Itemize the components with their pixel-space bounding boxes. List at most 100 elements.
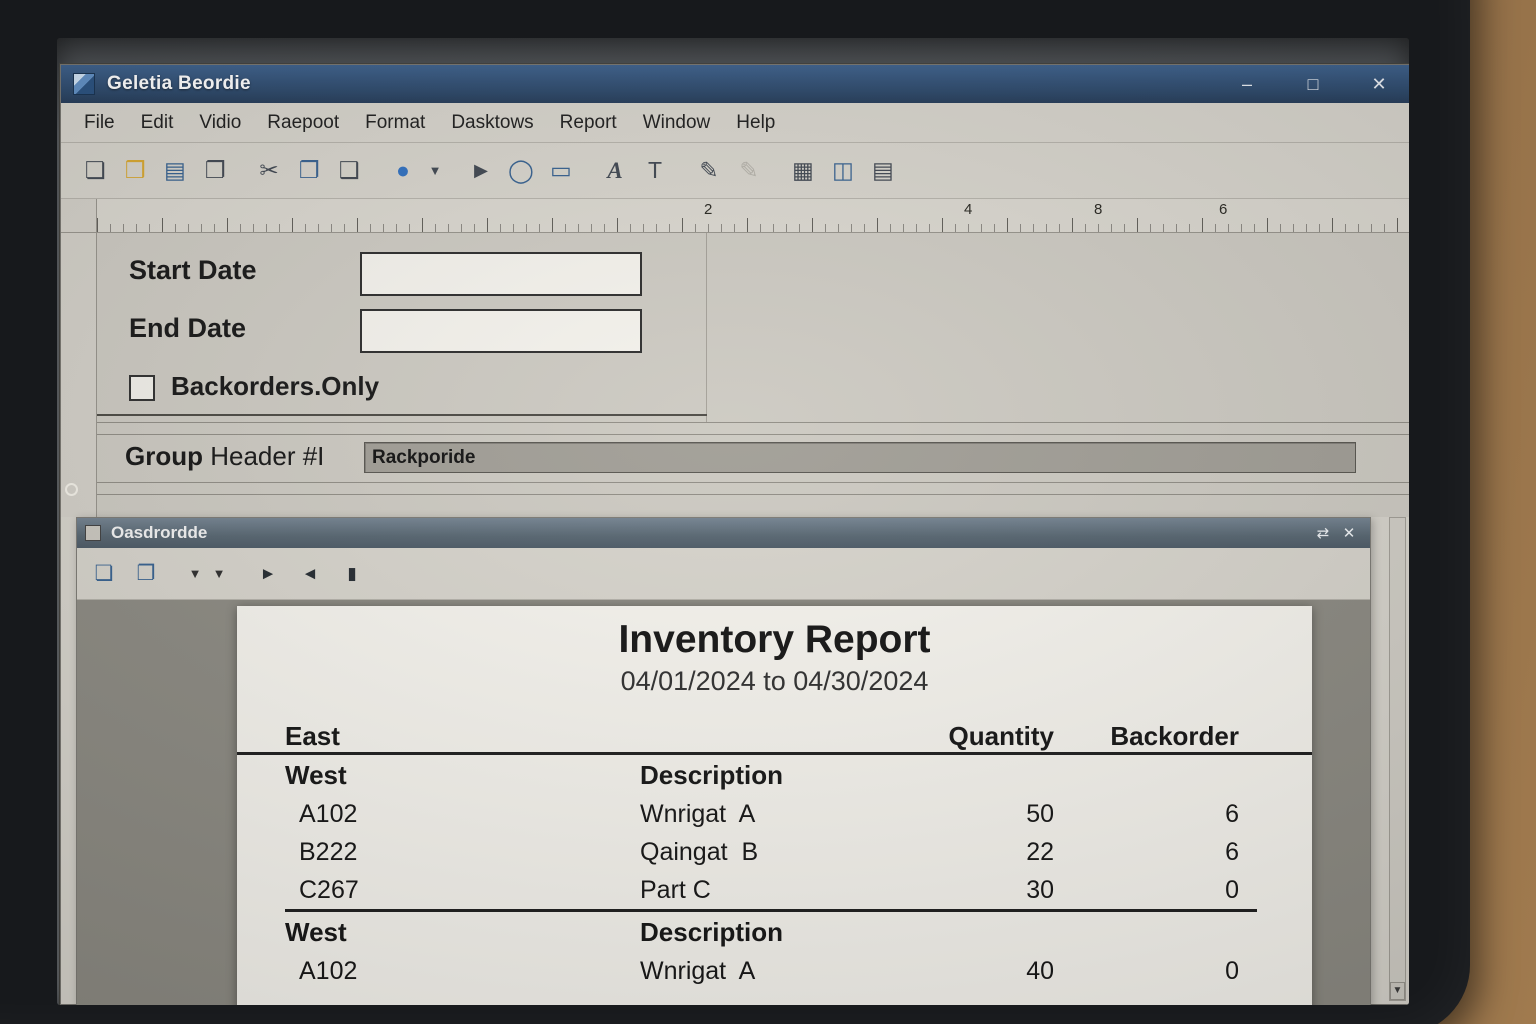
cell-description: Qaingat B <box>640 837 759 866</box>
preview-toolbar: ❏ ❐ ▼ ▼ ► ◄ ▮ <box>77 548 1370 600</box>
italic-text-button[interactable]: A <box>595 150 635 192</box>
pointer-button[interactable]: ► <box>461 150 501 192</box>
prev-page-button[interactable]: ◄ <box>289 554 331 594</box>
zoom-dropdown-button[interactable]: ▼ <box>183 554 207 594</box>
save-icon: ▤ <box>164 157 186 183</box>
save-button[interactable]: ▤ <box>155 150 195 192</box>
group-name: West <box>285 916 347 947</box>
cell-backorder: 6 <box>1225 799 1239 828</box>
page-setup-button[interactable]: ❐ <box>195 150 235 192</box>
new-document-button[interactable]: ❏ <box>75 150 115 192</box>
design-canvas: Start Date End Date Backorders.Only Grou… <box>97 233 1409 517</box>
fill-color-button[interactable]: ● <box>383 150 423 192</box>
paste-icon: ❑ <box>338 157 360 183</box>
pencil-disabled-button[interactable]: ✎ <box>729 150 769 192</box>
design-area: Start Date End Date Backorders.Only Grou… <box>61 233 1409 517</box>
report-row: A102 Wnrigat A 50 6 <box>237 795 1312 833</box>
cell-backorder: 0 <box>1225 956 1239 985</box>
page-dropdown-button[interactable]: ▼ <box>207 554 231 594</box>
backorders-only-label: Backorders.Only <box>171 371 380 401</box>
window-title: Geletia Beordie <box>107 73 251 94</box>
start-date-input[interactable] <box>360 252 642 296</box>
group-field-box[interactable]: Rackporide <box>364 442 1356 473</box>
preview-title-bar[interactable]: Oasdrordde ⇄ ✕ <box>77 518 1370 548</box>
title-bar[interactable]: Geletia Beordie – □ ✕ <box>61 65 1409 103</box>
image-button[interactable]: ◫ <box>823 150 863 192</box>
group-header-label: Group Header #I <box>125 441 325 471</box>
vertical-scrollbar[interactable]: ▼ <box>1389 517 1406 1001</box>
section-line <box>97 494 1409 495</box>
preview-body: Inventory Report 04/01/2024 to 04/30/202… <box>77 600 1370 1005</box>
report-page: Inventory Report 04/01/2024 to 04/30/202… <box>237 606 1312 1005</box>
ruler-row: 2 4 8 6 <box>61 199 1409 233</box>
export-report-icon: ❏ <box>94 562 114 585</box>
paste-button[interactable]: ❑ <box>329 150 369 192</box>
preview-export-icon[interactable]: ⇄ <box>1310 524 1336 542</box>
report-region-header: East <box>285 721 340 751</box>
report-button[interactable]: ▤ <box>863 150 903 192</box>
text-tool-button[interactable]: T <box>635 150 675 192</box>
preview-window: Oasdrordde ⇄ ✕ ❏ ❐ ▼ ▼ ► ◄ ▮ Inventory R… <box>76 517 1371 1005</box>
menu-report[interactable]: Report <box>547 106 630 140</box>
cell-quantity: 30 <box>1026 875 1054 904</box>
report-header-row: East Quantity Backorder <box>237 715 1312 755</box>
table-button[interactable]: ▦ <box>783 150 823 192</box>
fill-color-icon: ● <box>396 157 410 183</box>
report-row: C267 Part C 30 0 <box>237 871 1312 909</box>
ruler-corner <box>61 199 97 233</box>
open-folder-button[interactable]: ❒ <box>115 150 155 192</box>
shape-rectangle-button[interactable]: ▭ <box>541 150 581 192</box>
cell-part: A102 <box>299 956 358 985</box>
export-report-button[interactable]: ❏ <box>83 554 125 594</box>
ruler-label: 8 <box>1094 201 1103 218</box>
cell-backorder: 6 <box>1225 837 1239 866</box>
end-date-label: End Date <box>129 313 247 343</box>
menu-help[interactable]: Help <box>723 106 788 140</box>
end-date-input[interactable] <box>360 309 642 353</box>
menu-format[interactable]: Format <box>352 106 438 140</box>
group-desc-label: Description <box>640 916 784 947</box>
page-setup-icon: ❐ <box>204 157 226 183</box>
cell-part: A102 <box>299 799 358 828</box>
cell-quantity: 22 <box>1026 837 1054 866</box>
preview-close-button[interactable]: ✕ <box>1336 524 1362 542</box>
table-icon: ▦ <box>792 157 814 183</box>
ruler-label: 4 <box>964 201 973 218</box>
section-divider <box>706 233 707 422</box>
menu-file[interactable]: File <box>71 106 128 140</box>
app-window: Geletia Beordie – □ ✕ File Edit Vidio Ra… <box>60 64 1409 1005</box>
close-button[interactable]: ✕ <box>1365 74 1393 95</box>
menu-window[interactable]: Window <box>630 106 724 140</box>
maximize-button[interactable]: □ <box>1299 74 1327 95</box>
group-desc-label: Description <box>640 759 784 790</box>
group-name: West <box>285 759 347 790</box>
menu-report-tools[interactable]: Raepoot <box>254 106 352 140</box>
cell-quantity: 50 <box>1026 799 1054 828</box>
image-icon: ◫ <box>832 157 854 183</box>
print-report-button[interactable]: ❐ <box>125 554 167 594</box>
shape-ellipse-button[interactable]: ◯ <box>501 150 541 192</box>
report-date-range: 04/01/2024 to 04/30/2024 <box>620 666 929 696</box>
shape-ellipse-icon: ◯ <box>508 157 534 183</box>
backorders-only-checkbox[interactable] <box>129 375 155 401</box>
section-line <box>97 482 1409 483</box>
next-page-button[interactable]: ► <box>247 554 289 594</box>
prev-page-icon: ◄ <box>301 563 319 583</box>
main-toolbar: ❏ ❒ ▤ ❐ ✂ ❐ ❑ ● ▼ ► ◯ ▭ A T ✎ ✎ ▦ ◫ ▤ <box>61 143 1409 199</box>
ruler-label: 2 <box>704 201 713 218</box>
pencil-button[interactable]: ✎ <box>689 150 729 192</box>
cell-description: Wnrigat A <box>640 799 756 828</box>
minimize-button[interactable]: – <box>1233 74 1261 95</box>
scroll-down-button[interactable]: ▼ <box>1390 982 1405 1000</box>
copy-button[interactable]: ❐ <box>289 150 329 192</box>
fill-color-dropdown-button[interactable]: ▼ <box>423 150 447 192</box>
app-icon <box>73 73 95 95</box>
menu-edit[interactable]: Edit <box>128 106 187 140</box>
cell-backorder: 0 <box>1225 875 1239 904</box>
menu-database[interactable]: Dasktows <box>438 106 546 140</box>
stop-button[interactable]: ▮ <box>331 554 373 594</box>
menu-view[interactable]: Vidio <box>186 106 254 140</box>
cut-button[interactable]: ✂ <box>249 150 289 192</box>
open-folder-icon: ❒ <box>124 157 146 183</box>
next-page-icon: ► <box>259 563 277 583</box>
